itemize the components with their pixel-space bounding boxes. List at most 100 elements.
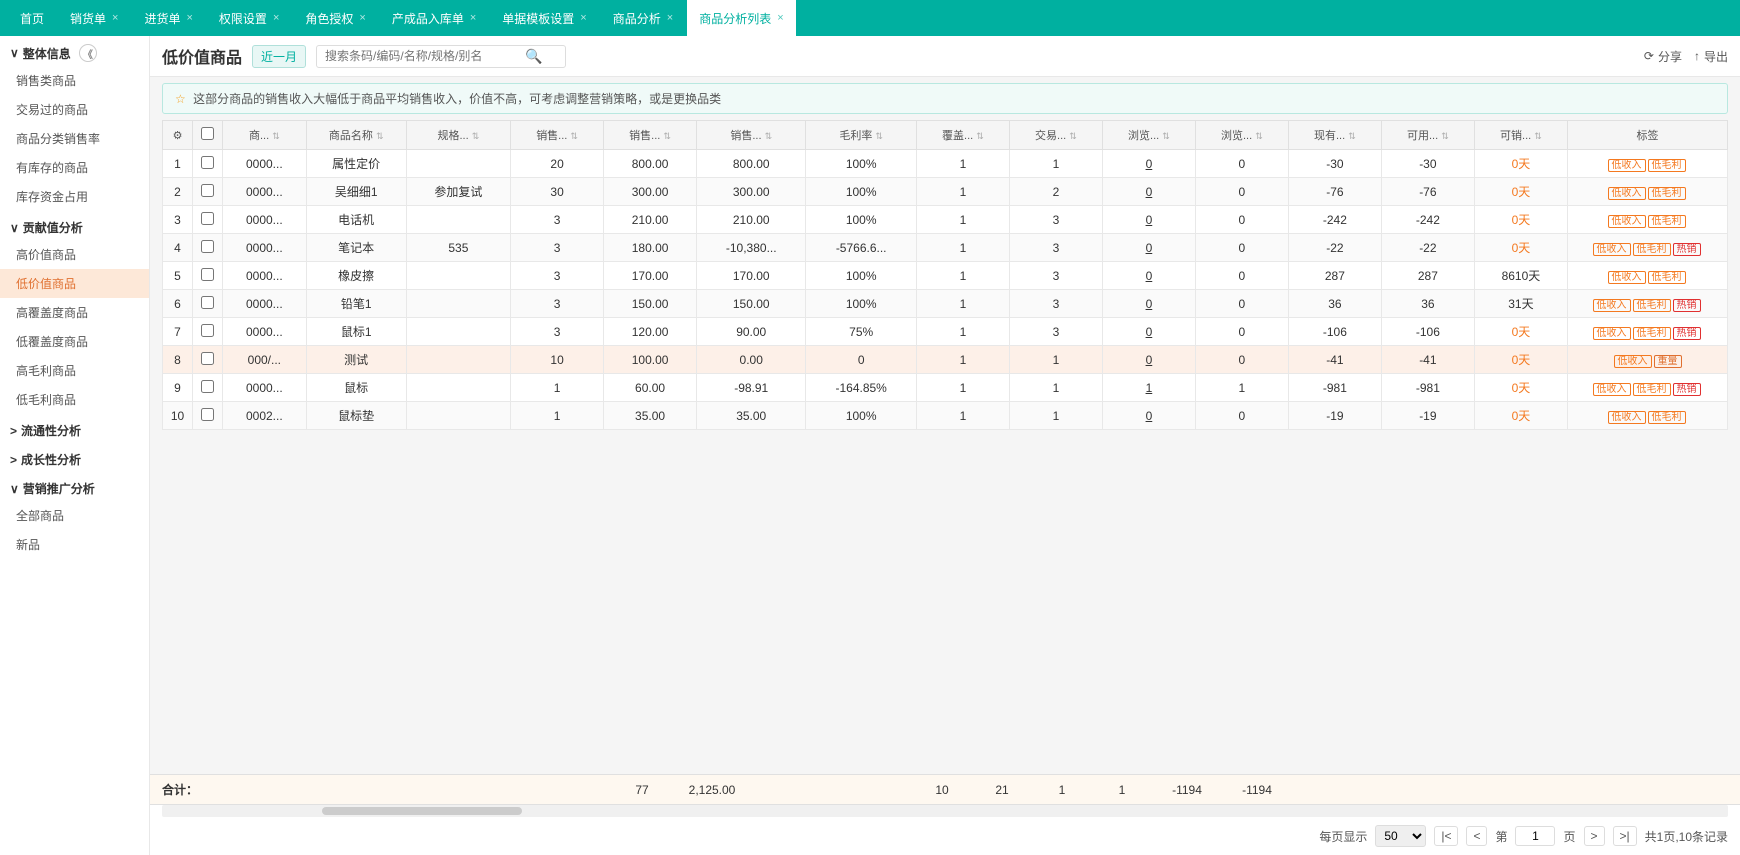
close-role-auth-icon[interactable]: × <box>359 12 365 24</box>
row-checkbox[interactable] <box>201 408 214 421</box>
cell-view1[interactable]: 0 <box>1102 206 1195 234</box>
scrollbar[interactable] <box>162 805 1728 817</box>
row-checkbox[interactable] <box>201 268 214 281</box>
nav-home[interactable]: 首页 <box>8 0 56 36</box>
sidebar-item-low-coverage[interactable]: 低覆盖度商品 <box>0 327 149 356</box>
next-page-btn[interactable]: > <box>1584 826 1605 846</box>
close-product-analysis-icon[interactable]: × <box>667 12 673 24</box>
view-link[interactable]: 0 <box>1146 325 1153 339</box>
sidebar-item-high-coverage[interactable]: 高覆盖度商品 <box>0 298 149 327</box>
close-product-warehouse-icon[interactable]: × <box>470 12 476 24</box>
main-layout: ∨ 整体信息 《 销售类商品 交易过的商品 商品分类销售率 有库存的商品 库存资… <box>0 36 1740 855</box>
cell-check[interactable] <box>193 262 223 290</box>
search-input[interactable] <box>325 49 525 63</box>
nav-permission[interactable]: 权限设置 × <box>207 0 291 36</box>
cell-check[interactable] <box>193 178 223 206</box>
cell-view1[interactable]: 0 <box>1102 178 1195 206</box>
close-sales-order-icon[interactable]: × <box>112 12 118 24</box>
sidebar-group-growth[interactable]: > 成长性分析 <box>0 443 149 472</box>
row-checkbox[interactable] <box>201 324 214 337</box>
cell-view1[interactable]: 0 <box>1102 290 1195 318</box>
close-permission-icon[interactable]: × <box>273 12 279 24</box>
sidebar-item-stock-capital[interactable]: 库存资金占用 <box>0 182 149 211</box>
view-link[interactable]: 0 <box>1146 269 1153 283</box>
sidebar-group-circulation[interactable]: > 流通性分析 <box>0 414 149 443</box>
cell-check[interactable] <box>193 234 223 262</box>
cell-view1[interactable]: 0 <box>1102 262 1195 290</box>
cell-view1[interactable]: 0 <box>1102 318 1195 346</box>
row-checkbox[interactable] <box>201 184 214 197</box>
close-purchase-order-icon[interactable]: × <box>186 12 192 24</box>
close-template-settings-icon[interactable]: × <box>580 12 586 24</box>
export-btn[interactable]: ↑ 导出 <box>1694 48 1728 65</box>
nav-purchase-order[interactable]: 进货单 × <box>132 0 204 36</box>
nav-product-analysis-list[interactable]: 商品分析列表 × <box>687 0 795 36</box>
sidebar-item-stock-goods[interactable]: 有库存的商品 <box>0 153 149 182</box>
nav-role-auth[interactable]: 角色授权 × <box>293 0 377 36</box>
close-product-analysis-list-icon[interactable]: × <box>777 12 783 24</box>
view-link[interactable]: 0 <box>1146 185 1153 199</box>
th-checkbox[interactable] <box>193 121 223 150</box>
cell-view1[interactable]: 0 <box>1102 234 1195 262</box>
cell-check[interactable] <box>193 206 223 234</box>
view-link[interactable]: 0 <box>1146 157 1153 171</box>
prev-page-btn[interactable]: < <box>1466 826 1487 846</box>
row-checkbox[interactable] <box>201 380 214 393</box>
row-checkbox[interactable] <box>201 352 214 365</box>
sidebar-collapse-overall[interactable]: 《 <box>79 44 97 62</box>
sidebar-group-marketing[interactable]: ∨ 营销推广分析 <box>0 472 149 501</box>
cell-check[interactable] <box>193 402 223 430</box>
view-link[interactable]: 0 <box>1146 241 1153 255</box>
sidebar-item-all-goods[interactable]: 全部商品 <box>0 501 149 530</box>
first-page-btn[interactable]: |< <box>1434 826 1458 846</box>
cell-check[interactable] <box>193 318 223 346</box>
sidebar-group-overall[interactable]: ∨ 整体信息 《 <box>0 36 149 66</box>
cell-check[interactable] <box>193 290 223 318</box>
nav-product-warehouse[interactable]: 产成品入库单 × <box>380 0 488 36</box>
info-bar: ☆ 这部分商品的销售收入大幅低于商品平均销售收入，价值不高，可考虑调整营销策略，… <box>162 83 1728 114</box>
cell-view1[interactable]: 0 <box>1102 402 1195 430</box>
last-page-btn[interactable]: >| <box>1613 826 1637 846</box>
page-input[interactable] <box>1515 826 1555 846</box>
data-table: ⚙ 商... ⇅ 商品名称 ⇅ 规格... ⇅ 销售... ⇅ 销售... ⇅ … <box>162 120 1728 430</box>
th-settings[interactable]: ⚙ <box>163 121 193 150</box>
scrollbar-thumb[interactable] <box>322 807 522 815</box>
filter-btn[interactable]: 近一月 <box>252 45 306 68</box>
nav-sales-order[interactable]: 销货单 × <box>58 0 130 36</box>
row-checkbox[interactable] <box>201 240 214 253</box>
sidebar-group-contribution[interactable]: ∨ 贡献值分析 <box>0 211 149 240</box>
sidebar-item-traded-goods[interactable]: 交易过的商品 <box>0 95 149 124</box>
cell-avg-sale: 90.00 <box>697 318 806 346</box>
select-all-checkbox[interactable] <box>201 127 214 140</box>
nav-template-settings[interactable]: 单据模板设置 × <box>490 0 598 36</box>
cell-view1[interactable]: 1 <box>1102 374 1195 402</box>
view-link[interactable]: 0 <box>1146 297 1153 311</box>
row-checkbox[interactable] <box>201 212 214 225</box>
cell-stock: -106 <box>1288 318 1381 346</box>
view-link[interactable]: 0 <box>1146 353 1153 367</box>
share-btn[interactable]: ⟳ 分享 <box>1644 48 1682 65</box>
tag: 低收入 <box>1608 411 1646 424</box>
nav-product-analysis[interactable]: 商品分析 × <box>601 0 685 36</box>
view-link[interactable]: 0 <box>1146 409 1153 423</box>
row-checkbox[interactable] <box>201 296 214 309</box>
sidebar-item-low-profit[interactable]: 低毛利商品 <box>0 385 149 414</box>
cell-view1[interactable]: 0 <box>1102 150 1195 178</box>
sidebar-item-category-sales[interactable]: 商品分类销售率 <box>0 124 149 153</box>
sidebar-item-high-profit[interactable]: 高毛利商品 <box>0 356 149 385</box>
cell-check[interactable] <box>193 374 223 402</box>
view-link[interactable]: 0 <box>1146 213 1153 227</box>
search-icon[interactable]: 🔍 <box>525 48 542 65</box>
sidebar-item-low-value[interactable]: 低价值商品 <box>0 269 149 298</box>
sidebar-item-sales-goods[interactable]: 销售类商品 <box>0 66 149 95</box>
table-row: 7 0000... 鼠标1 3 120.00 90.00 75% 1 3 0 0… <box>163 318 1728 346</box>
cell-check[interactable] <box>193 150 223 178</box>
view-link[interactable]: 1 <box>1146 381 1153 395</box>
cell-check[interactable] <box>193 346 223 374</box>
per-page-select[interactable]: 50 100 200 <box>1375 825 1426 847</box>
sidebar-item-high-value[interactable]: 高价值商品 <box>0 240 149 269</box>
sidebar-item-new-goods[interactable]: 新品 <box>0 530 149 559</box>
row-checkbox[interactable] <box>201 156 214 169</box>
cell-avail: -19 <box>1381 402 1474 430</box>
cell-view1[interactable]: 0 <box>1102 346 1195 374</box>
